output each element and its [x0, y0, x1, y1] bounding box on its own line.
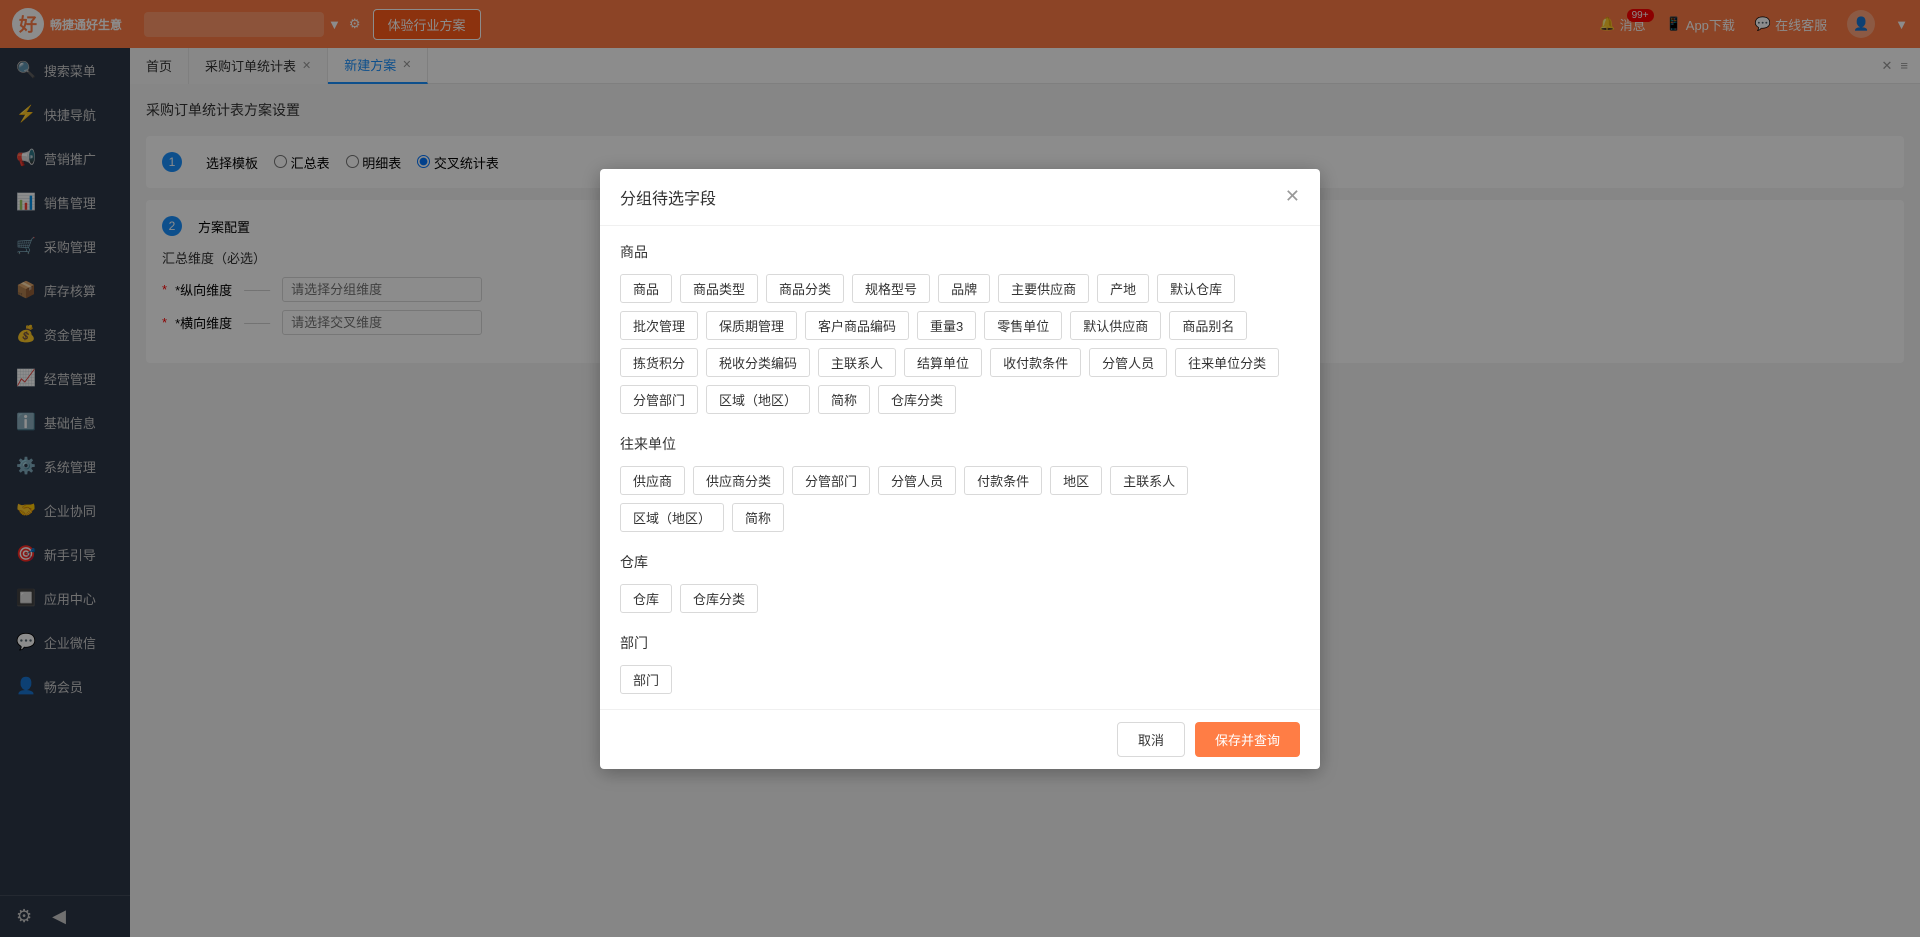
field-tag-region[interactable]: 区域（地区）: [706, 385, 810, 414]
field-tag-origin[interactable]: 产地: [1097, 274, 1149, 303]
section-partner: 往来单位 供应商 供应商分类 分管部门 分管人员 付款条件 地区 主联系人 区域…: [620, 434, 1300, 532]
section-goods: 商品 商品 商品类型 商品分类 规格型号 品牌 主要供应商 产地 默认仓库 批次…: [620, 242, 1300, 414]
field-tag-customer-code[interactable]: 客户商品编码: [805, 311, 909, 340]
field-tag-spec-model[interactable]: 规格型号: [852, 274, 930, 303]
section-dept-tags: 部门: [620, 665, 1300, 694]
field-tag-warehouse-cat[interactable]: 仓库分类: [680, 584, 758, 613]
section-warehouse-tags: 仓库 仓库分类: [620, 584, 1300, 613]
field-tag-short-name[interactable]: 简称: [818, 385, 870, 414]
field-tag-weight3[interactable]: 重量3: [917, 311, 976, 340]
field-tag-partner-manager[interactable]: 分管人员: [878, 466, 956, 495]
dialog-body: 商品 商品 商品类型 商品分类 规格型号 品牌 主要供应商 产地 默认仓库 批次…: [600, 226, 1320, 709]
field-tag-department[interactable]: 部门: [620, 665, 672, 694]
field-tag-goods-alias[interactable]: 商品别名: [1169, 311, 1247, 340]
dialog: 分组待选字段 ✕ 商品 商品 商品类型 商品分类 规格型号 品牌 主要供应商 产…: [600, 169, 1320, 769]
cancel-button[interactable]: 取消: [1117, 722, 1185, 757]
field-tag-partner-category[interactable]: 往来单位分类: [1175, 348, 1279, 377]
field-tag-warehouse[interactable]: 仓库: [620, 584, 672, 613]
field-tag-quality-mgmt[interactable]: 保质期管理: [706, 311, 797, 340]
dialog-title: 分组待选字段: [620, 185, 716, 209]
field-tag-goods-category[interactable]: 商品分类: [766, 274, 844, 303]
field-tag-payment-terms[interactable]: 收付款条件: [990, 348, 1081, 377]
field-tag-payment-condition[interactable]: 付款条件: [964, 466, 1042, 495]
field-tag-goods[interactable]: 商品: [620, 274, 672, 303]
section-partner-tags: 供应商 供应商分类 分管部门 分管人员 付款条件 地区 主联系人 区域（地区） …: [620, 466, 1300, 532]
field-tag-batch-mgmt[interactable]: 批次管理: [620, 311, 698, 340]
dialog-close-icon[interactable]: ✕: [1285, 186, 1300, 207]
field-tag-area[interactable]: 地区: [1050, 466, 1102, 495]
section-dept: 部门 部门: [620, 633, 1300, 694]
field-tag-manager[interactable]: 分管人员: [1089, 348, 1167, 377]
field-tag-settlement-unit[interactable]: 结算单位: [904, 348, 982, 377]
field-tag-goods-type[interactable]: 商品类型: [680, 274, 758, 303]
field-tag-default-supplier[interactable]: 默认供应商: [1070, 311, 1161, 340]
section-partner-title: 往来单位: [620, 434, 1300, 454]
overlay: 分组待选字段 ✕ 商品 商品 商品类型 商品分类 规格型号 品牌 主要供应商 产…: [0, 0, 1920, 937]
confirm-button[interactable]: 保存并查询: [1195, 722, 1300, 757]
field-tag-warehouse-category[interactable]: 仓库分类: [878, 385, 956, 414]
section-goods-tags: 商品 商品类型 商品分类 规格型号 品牌 主要供应商 产地 默认仓库 批次管理 …: [620, 274, 1300, 414]
field-tag-default-warehouse[interactable]: 默认仓库: [1157, 274, 1235, 303]
field-tag-retail-unit[interactable]: 零售单位: [984, 311, 1062, 340]
field-tag-supplier[interactable]: 供应商: [620, 466, 685, 495]
field-tag-tax-code[interactable]: 税收分类编码: [706, 348, 810, 377]
field-tag-main-contact[interactable]: 主联系人: [818, 348, 896, 377]
field-tag-dept[interactable]: 分管部门: [620, 385, 698, 414]
field-tag-partner-short-name[interactable]: 简称: [732, 503, 784, 532]
dialog-header: 分组待选字段 ✕: [600, 169, 1320, 226]
field-tag-main-supplier[interactable]: 主要供应商: [998, 274, 1089, 303]
field-tag-pick-points[interactable]: 拣货积分: [620, 348, 698, 377]
section-warehouse: 仓库 仓库 仓库分类: [620, 552, 1300, 613]
section-dept-title: 部门: [620, 633, 1300, 653]
dialog-footer: 取消 保存并查询: [600, 709, 1320, 769]
field-tag-supplier-category[interactable]: 供应商分类: [693, 466, 784, 495]
field-tag-partner-dept[interactable]: 分管部门: [792, 466, 870, 495]
field-tag-partner-contact[interactable]: 主联系人: [1110, 466, 1188, 495]
section-goods-title: 商品: [620, 242, 1300, 262]
section-warehouse-title: 仓库: [620, 552, 1300, 572]
field-tag-partner-region[interactable]: 区域（地区）: [620, 503, 724, 532]
field-tag-brand[interactable]: 品牌: [938, 274, 990, 303]
